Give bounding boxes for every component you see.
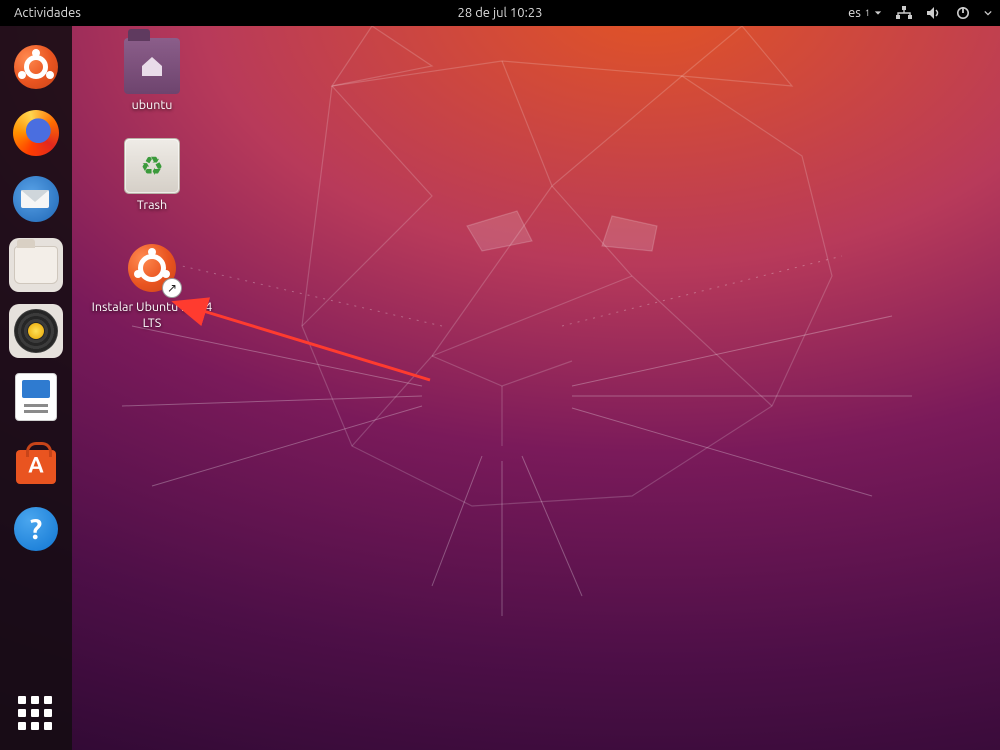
- dock-firefox[interactable]: [9, 106, 63, 160]
- dock: A ?: [0, 26, 72, 750]
- home-folder-icon: [124, 38, 180, 94]
- help-icon: ?: [14, 507, 58, 551]
- desktop-icon-trash[interactable]: ♻ Trash: [97, 138, 207, 214]
- volume-icon[interactable]: [926, 6, 942, 20]
- system-tray: es1: [848, 6, 992, 20]
- keyboard-layout-indicator[interactable]: es1: [848, 6, 882, 20]
- dock-thunderbird[interactable]: [9, 172, 63, 226]
- chevron-down-icon: [874, 9, 882, 17]
- shortcut-badge-icon: ↗: [162, 278, 182, 298]
- desktop-icon-label: ubuntu: [97, 98, 207, 114]
- power-icon[interactable]: [956, 6, 970, 20]
- desktop-icon-home[interactable]: ubuntu: [97, 38, 207, 114]
- dock-libreoffice-writer[interactable]: [9, 370, 63, 424]
- writer-icon: [15, 373, 57, 421]
- desktop-icon-label: Instalar Ubuntu 20.04 LTS: [82, 300, 222, 331]
- installer-icon: ↗: [124, 240, 180, 296]
- clock[interactable]: 28 de jul 10:23: [458, 6, 543, 20]
- top-bar: Actividades 28 de jul 10:23 es1: [0, 0, 1000, 26]
- rhythmbox-icon: [14, 309, 58, 353]
- dock-rhythmbox[interactable]: [9, 304, 63, 358]
- desktop-icon-install-ubuntu[interactable]: ↗ Instalar Ubuntu 20.04 LTS: [82, 240, 222, 331]
- system-menu-chevron-icon[interactable]: [984, 9, 992, 17]
- desktop: ubuntu ♻ Trash ↗ Instalar Ubuntu 20.04 L…: [72, 26, 1000, 750]
- firefox-icon: [13, 110, 59, 156]
- activities-button[interactable]: Actividades: [8, 6, 87, 20]
- dock-files[interactable]: [9, 238, 63, 292]
- trash-icon: ♻: [124, 138, 180, 194]
- network-icon[interactable]: [896, 6, 912, 20]
- ubuntu-logo-icon: [14, 45, 58, 89]
- show-applications-button[interactable]: [18, 696, 54, 732]
- software-center-icon: A: [12, 442, 60, 484]
- dock-ubuntu-software[interactable]: A: [9, 436, 63, 490]
- dock-ubuntu-dash[interactable]: [9, 40, 63, 94]
- dock-help[interactable]: ?: [9, 502, 63, 556]
- thunderbird-icon: [13, 176, 59, 222]
- files-icon: [14, 246, 58, 284]
- desktop-icon-label: Trash: [97, 198, 207, 214]
